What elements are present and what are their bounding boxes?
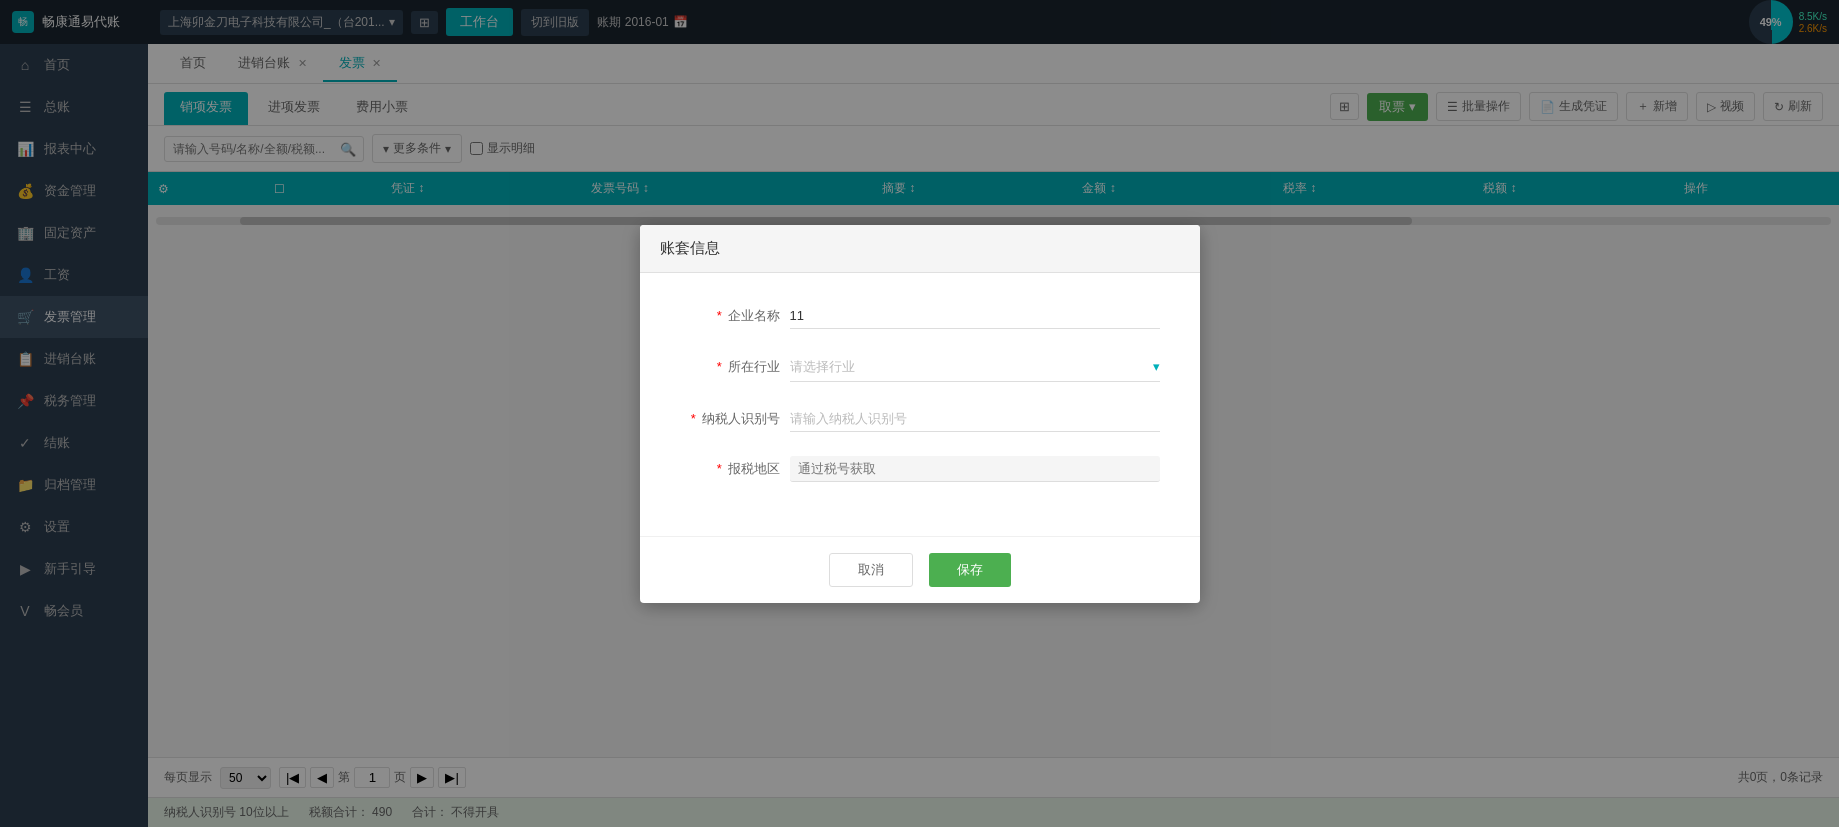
industry-select[interactable]: 请选择行业 ▾ xyxy=(790,353,1160,382)
tax-region-label: * 报税地区 xyxy=(680,460,790,478)
industry-placeholder: 请选择行业 xyxy=(790,358,855,376)
industry-dropdown-icon: ▾ xyxy=(1153,359,1160,374)
form-row-tax-id: * 纳税人识别号 xyxy=(680,406,1160,432)
tax-id-input[interactable] xyxy=(790,406,1160,432)
form-row-industry: * 所在行业 请选择行业 ▾ xyxy=(680,353,1160,382)
modal-footer: 取消 保存 xyxy=(640,536,1200,603)
cancel-button[interactable]: 取消 xyxy=(829,553,913,587)
save-button[interactable]: 保存 xyxy=(929,553,1011,587)
industry-label: * 所在行业 xyxy=(680,358,790,376)
modal-overlay: 账套信息 * 企业名称 * 所在行业 请选择行业 ▾ xyxy=(0,0,1839,827)
company-name-input[interactable] xyxy=(790,303,1160,329)
company-name-label: * 企业名称 xyxy=(680,307,790,325)
form-row-company-name: * 企业名称 xyxy=(680,303,1160,329)
modal-body: * 企业名称 * 所在行业 请选择行业 ▾ * 纳 xyxy=(640,273,1200,536)
account-info-modal: 账套信息 * 企业名称 * 所在行业 请选择行业 ▾ xyxy=(640,225,1200,603)
tax-id-label: * 纳税人识别号 xyxy=(680,410,790,428)
form-row-tax-region: * 报税地区 xyxy=(680,456,1160,482)
modal-title: 账套信息 xyxy=(640,225,1200,273)
tax-region-input xyxy=(790,456,1160,482)
